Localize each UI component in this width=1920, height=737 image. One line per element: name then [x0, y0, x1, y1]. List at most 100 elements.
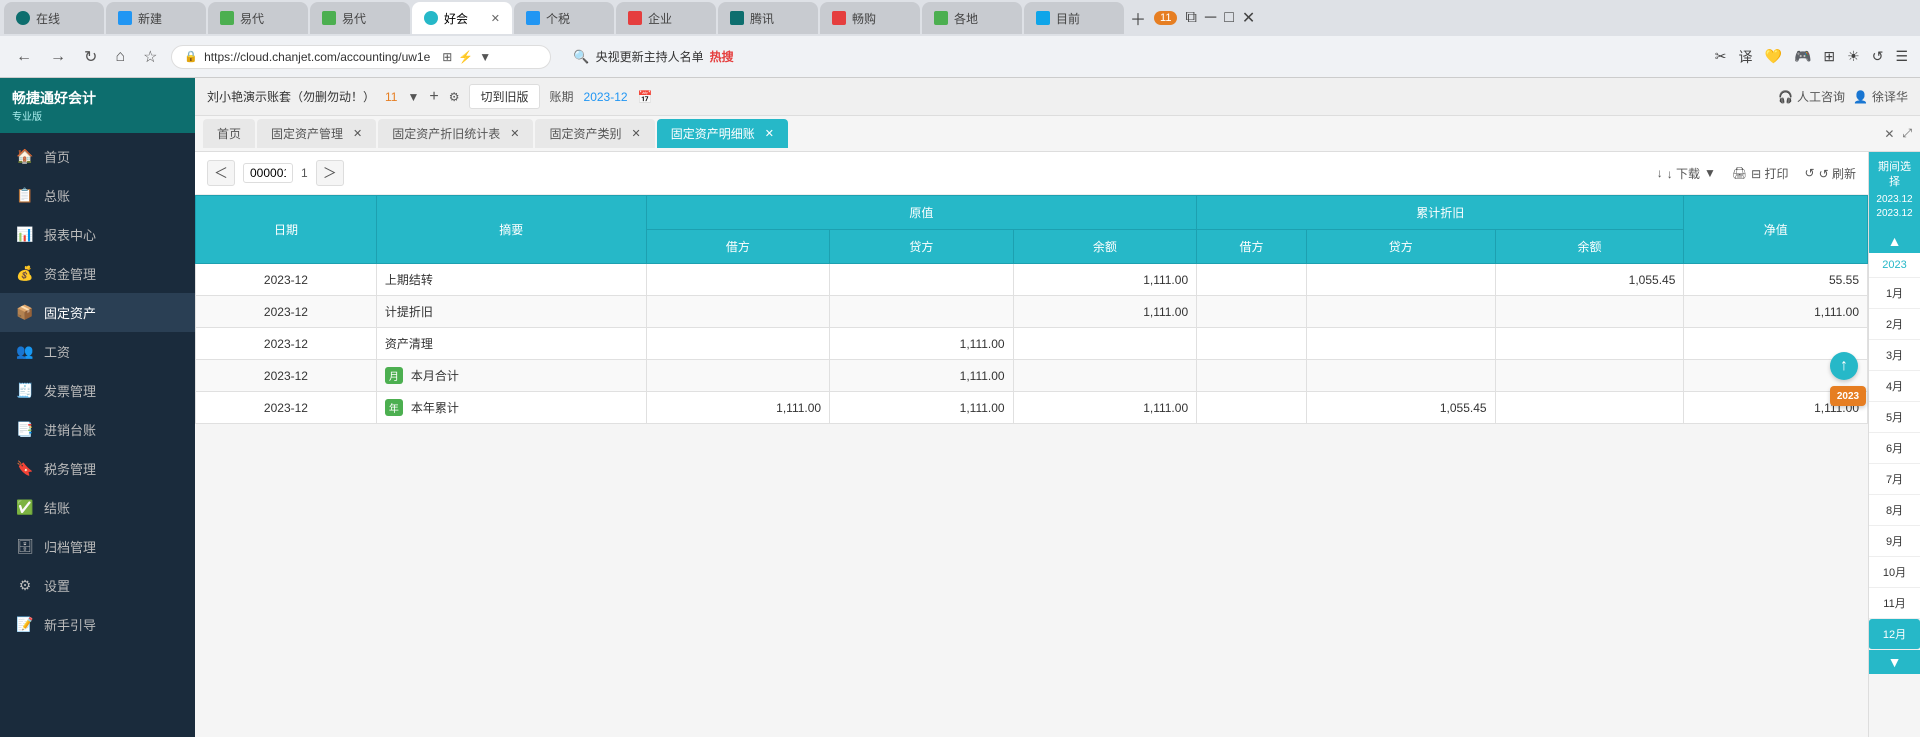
sidebar-item-funds[interactable]: 💰 资金管理: [0, 254, 195, 293]
period-month-7[interactable]: 7月: [1869, 464, 1920, 495]
tab-home-label: 首页: [217, 125, 241, 142]
settings-icon[interactable]: ⚙: [449, 90, 460, 104]
cell-original-balance: [1013, 360, 1197, 392]
period-month-5[interactable]: 5月: [1869, 402, 1920, 433]
period-scroll-down[interactable]: ▼: [1869, 650, 1920, 674]
add-account-button[interactable]: +: [429, 88, 438, 106]
close-window-icon[interactable]: ✕: [1242, 8, 1255, 28]
browser-tab-qiye[interactable]: 企业: [616, 2, 716, 34]
browser-tab-geshui[interactable]: 个税: [514, 2, 614, 34]
tab-close-detail[interactable]: ✕: [765, 127, 774, 140]
prev-page-button[interactable]: ＜: [207, 160, 235, 186]
dropdown-icon: ▼: [479, 50, 491, 64]
sidebar-item-fixed-assets[interactable]: 📦 固定资产: [0, 293, 195, 332]
tab-list-icon[interactable]: ⧉: [1185, 9, 1196, 27]
period-month-6[interactable]: 6月: [1869, 433, 1920, 464]
invoice-icon: 🧾: [16, 382, 34, 400]
sidebar-item-archive[interactable]: 🗄 归档管理: [0, 527, 195, 566]
sidebar-item-ledger[interactable]: 📋 总账: [0, 176, 195, 215]
scroll-up-button[interactable]: ↑: [1830, 352, 1858, 380]
page-number-input[interactable]: [243, 163, 293, 183]
period-month-4[interactable]: 4月: [1869, 371, 1920, 402]
switch-version-button[interactable]: 切到旧版: [469, 84, 539, 109]
period-scroll-up[interactable]: ▲: [1869, 229, 1920, 253]
sidebar-item-salary[interactable]: 👥 工资: [0, 332, 195, 371]
sidebar-item-invoice[interactable]: 🧾 发票管理: [0, 371, 195, 410]
table-row: 2023-12 月 本月合计 1,111.00: [196, 360, 1868, 392]
refresh-button[interactable]: ↻: [80, 43, 101, 71]
browser-tab-gedi[interactable]: 各地: [922, 2, 1022, 34]
scissors-icon[interactable]: ✂: [1715, 48, 1727, 65]
browser-tab-online[interactable]: 在线: [4, 2, 104, 34]
search-text: 央视更新主持人名单: [596, 48, 704, 65]
tab-home[interactable]: 首页: [203, 119, 255, 148]
sidebar-label-salary: 工资: [44, 342, 70, 361]
next-page-button[interactable]: ＞: [316, 160, 344, 186]
minimize-icon[interactable]: ─: [1205, 9, 1216, 27]
sidebar-item-reports[interactable]: 📊 报表中心: [0, 215, 195, 254]
tab-maximize-icon[interactable]: ⤢: [1902, 126, 1912, 141]
game-icon[interactable]: 🎮: [1794, 48, 1811, 65]
download-dropdown-icon[interactable]: ▼: [1704, 166, 1716, 180]
browser-tab-haohui[interactable]: 好会 ✕: [412, 2, 512, 34]
download-button[interactable]: ↓ ↓ 下载 ▼: [1657, 165, 1716, 182]
sidebar-item-tax[interactable]: 🔖 税务管理: [0, 449, 195, 488]
menu-icon[interactable]: ☰: [1895, 48, 1908, 65]
period-month-1[interactable]: 1月: [1869, 278, 1920, 309]
tab-close-depreciation[interactable]: ✕: [510, 127, 519, 140]
download-label: ↓ 下载: [1667, 165, 1700, 182]
tab-close-right-icon[interactable]: ✕: [1884, 127, 1894, 141]
bookmark-button[interactable]: ☆: [139, 43, 161, 71]
sidebar-item-guide[interactable]: 📝 新手引导: [0, 605, 195, 644]
brightness-icon[interactable]: ☀: [1847, 48, 1860, 65]
wallet-icon[interactable]: 💛: [1765, 48, 1782, 65]
cell-original-balance: 1,111.00: [1013, 296, 1197, 328]
sidebar-item-settings[interactable]: ⚙ 设置: [0, 566, 195, 605]
tab-fixed-assets-depreciation[interactable]: 固定资产折旧统计表 ✕: [378, 119, 533, 148]
home-button[interactable]: ⌂: [111, 44, 129, 70]
browser-tab-new[interactable]: 新建: [106, 2, 206, 34]
tab-fixed-assets-mgmt[interactable]: 固定资产管理 ✕: [257, 119, 376, 148]
refresh-button[interactable]: ↺ ↺ 刷新: [1805, 165, 1856, 182]
maximize-icon[interactable]: □: [1224, 9, 1234, 27]
col-net-value: 净值: [1684, 196, 1868, 264]
browser-tab-yidai2[interactable]: 易代: [310, 2, 410, 34]
period-month-9[interactable]: 9月: [1869, 526, 1920, 557]
translate-icon[interactable]: 译: [1739, 47, 1753, 67]
support-button[interactable]: 🎧 人工咨询: [1778, 88, 1845, 105]
period-month-11[interactable]: 11月: [1869, 588, 1920, 619]
period-month-10[interactable]: 10月: [1869, 557, 1920, 588]
sidebar-label-funds: 资金管理: [44, 264, 96, 283]
period-month-8[interactable]: 8月: [1869, 495, 1920, 526]
tab-actions: ＋ 11 ⧉ ─ □ ✕: [1130, 6, 1255, 30]
sidebar-item-closing[interactable]: ✅ 结账: [0, 488, 195, 527]
new-tab-button[interactable]: ＋: [1130, 6, 1146, 30]
tab-fixed-assets-category[interactable]: 固定资产类别 ✕: [535, 119, 654, 148]
grid-icon[interactable]: ⊞: [1823, 48, 1835, 65]
sidebar-item-home[interactable]: 🏠 首页: [0, 137, 195, 176]
forward-button[interactable]: →: [46, 44, 70, 70]
tab-close-icon[interactable]: ✕: [491, 12, 500, 25]
print-button[interactable]: 🖨 ⊟ 打印: [1732, 165, 1789, 182]
user-avatar[interactable]: 👤 徐译华: [1853, 88, 1908, 105]
sidebar-item-purchase-sales[interactable]: 📑 进销台账: [0, 410, 195, 449]
browser-tab-yidai1[interactable]: 易代: [208, 2, 308, 34]
address-input[interactable]: 🔒 https://cloud.chanjet.com/accounting/u…: [171, 45, 551, 69]
tab-close-category[interactable]: ✕: [632, 127, 641, 140]
year-2023-button[interactable]: 2023: [1830, 386, 1866, 406]
period-month-12[interactable]: 12月: [1869, 619, 1920, 650]
tab-close-fixed-assets-mgmt[interactable]: ✕: [353, 127, 362, 140]
period-month-3[interactable]: 3月: [1869, 340, 1920, 371]
browser-tab-chang[interactable]: 畅购: [820, 2, 920, 34]
tab-fixed-assets-detail[interactable]: 固定资产明细账 ✕: [657, 119, 788, 148]
table-row: 2023-12 资产清理 1,111.00: [196, 328, 1868, 360]
tab-bar: 在线 新建 易代 易代 好会 ✕ 个税 企业 腾讯: [0, 0, 1920, 36]
period-year-item[interactable]: 2023: [1869, 253, 1920, 278]
browser-tab-mubiao[interactable]: 目前: [1024, 2, 1124, 34]
back-button[interactable]: ←: [12, 44, 36, 70]
calendar-icon[interactable]: 📅: [638, 90, 653, 104]
history-icon[interactable]: ↺: [1872, 48, 1884, 65]
period-month-2[interactable]: 2月: [1869, 309, 1920, 340]
browser-tab-tencent[interactable]: 腾讯: [718, 2, 818, 34]
dropdown-arrow[interactable]: ▼: [407, 90, 419, 104]
